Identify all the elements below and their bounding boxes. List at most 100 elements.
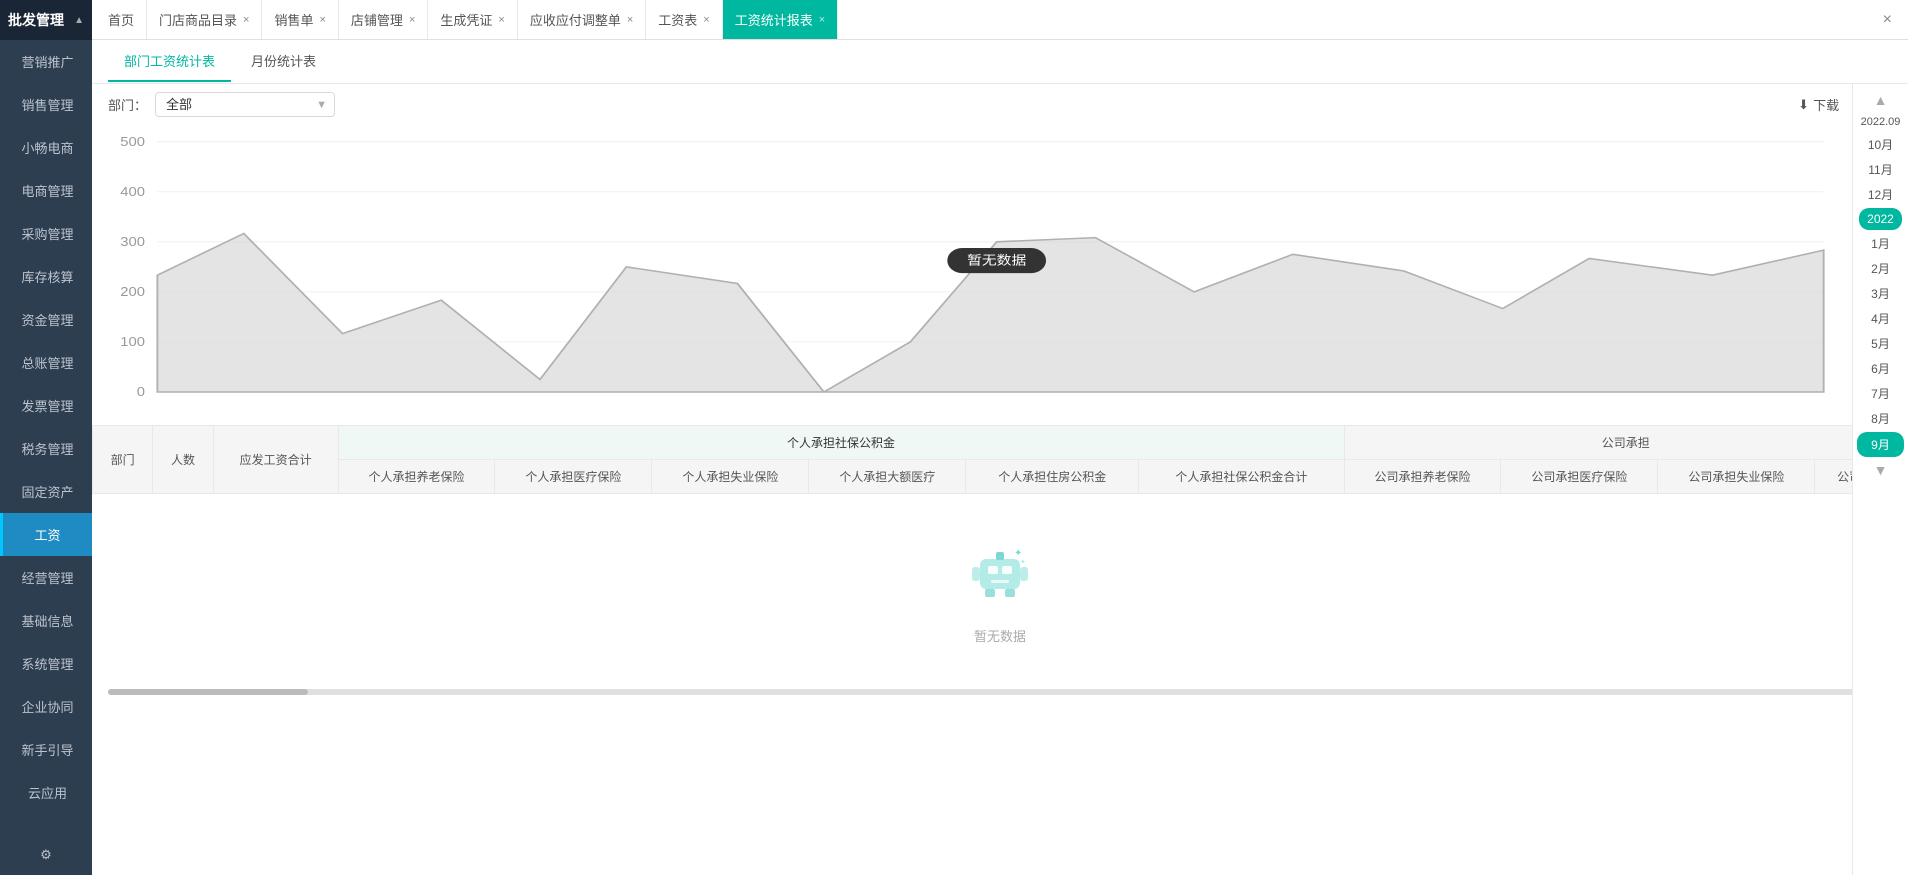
timeline-3[interactable]: 3月 [1853,281,1908,306]
tab-应收应付调整单[interactable]: 应收应付调整单 × [518,0,646,39]
timeline-9[interactable]: 9月 [1857,432,1904,457]
sidebar-title: 批发管理 [8,10,64,30]
timeline-5[interactable]: 5月 [1853,331,1908,356]
chart-container: 500 400 300 200 100 0 暂无数据 [92,125,1908,425]
tab-生成凭证[interactable]: 生成凭证 × [428,0,517,39]
svg-text:400: 400 [120,185,145,199]
tab-销售单[interactable]: 销售单 × [262,0,338,39]
timeline-11[interactable]: 11月 [1853,157,1908,182]
sidebar-item-库存核算[interactable]: 库存核算 [0,255,92,298]
download-button[interactable]: ⬇ 下载 [1798,95,1839,114]
sidebar-item-小畅电商[interactable]: 小畅电商 [0,126,92,169]
sidebar-item-工资[interactable]: 工资 [0,513,92,556]
svg-text:100: 100 [120,335,145,349]
timeline-up-arrow[interactable]: ▲ [1870,88,1892,112]
tab-工资统计报表[interactable]: 工资统计报表 × [723,0,838,39]
empty-text: 暂无数据 [974,626,1026,645]
empty-state: ✦ ✦ 暂无数据 [92,494,1908,685]
sidebar-item-云应用[interactable]: 云应用 [0,771,92,814]
svg-text:✦: ✦ [1020,558,1026,566]
sidebar-item-电商管理[interactable]: 电商管理 [0,169,92,212]
tab-close-icon[interactable]: × [703,14,709,26]
tab-label: 店铺管理 [351,10,403,29]
tab-label: 门店商品目录 [159,10,237,29]
dept-label: 部门： [108,95,147,114]
sidebar-item-基础信息[interactable]: 基础信息 [0,599,92,642]
timeline-8[interactable]: 8月 [1853,406,1908,431]
tab-end-controls: × [1879,7,1904,33]
svg-text:✦: ✦ [1014,548,1022,559]
tab-close-icon[interactable]: × [409,14,415,26]
empty-robot-icon: ✦ ✦ [960,534,1040,614]
sidebar-item-发票管理[interactable]: 发票管理 [0,384,92,427]
sidebar-item-税务管理[interactable]: 税务管理 [0,427,92,470]
tab-门店商品目录[interactable]: 门店商品目录 × [147,0,262,39]
tab-close-icon[interactable]: × [627,14,633,26]
svg-text:0: 0 [137,385,146,399]
sidebar-item-总账管理[interactable]: 总账管理 [0,341,92,384]
timeline-4[interactable]: 4月 [1853,306,1908,331]
tab-工资表[interactable]: 工资表× [646,0,722,39]
main-area: 首页门店商品目录×销售单×店铺管理×生成凭证×应收应付调整单×工资表×工资统计报… [92,0,1908,875]
timeline-2[interactable]: 2月 [1853,256,1908,281]
sidebar-item-企业协同[interactable]: 企业协同 [0,685,92,728]
sidebar-item-系统管理[interactable]: 系统管理 [0,642,92,685]
tab-bar: 首页门店商品目录×销售单×店铺管理×生成凭证×应收应付调整单×工资表×工资统计报… [92,0,1908,40]
tab-label: 生成凭证 [440,10,492,29]
timeline-date-label: 2022.09 [1853,112,1908,132]
sub-tab-bar: 部门工资统计表月份统计表 [92,40,1908,84]
col-personal-unemployment: 个人承担失业保险 [652,460,809,494]
download-label: 下载 [1813,95,1839,114]
sidebar-item-经营管理[interactable]: 经营管理 [0,556,92,599]
timeline-year-2022[interactable]: 2022 [1859,208,1902,230]
scrollbar-thumb[interactable] [108,689,308,695]
horizontal-scrollbar[interactable] [108,689,1892,695]
dept-select-wrapper: 全部 销售部 财务部 行政部 技术部 ▼ [155,92,335,117]
col-company-medical: 公司承担医疗保险 [1501,460,1658,494]
col-total-wage: 应发工资合计 [213,426,338,494]
svg-text:500: 500 [120,135,145,149]
col-group-company: 公司承担 [1344,426,1908,460]
sidebar-item-固定资产[interactable]: 固定资产 [0,470,92,513]
sidebar-item-销售管理[interactable]: 销售管理 [0,83,92,126]
svg-text:300: 300 [120,235,145,249]
sidebar-item-资金管理[interactable]: 资金管理 [0,298,92,341]
timeline-panel: ▲ 2022.09 10月 11月 12月 2022 1月 2月 3月 4月 5… [1852,84,1908,875]
sidebar-settings[interactable]: ⚙ [0,835,92,875]
tab-label: 首页 [108,10,134,29]
timeline-1[interactable]: 1月 [1853,231,1908,256]
tab-首页[interactable]: 首页 [96,0,147,39]
col-personal-bigmedical: 个人承担大额医疗 [809,460,966,494]
sidebar-collapse-icon[interactable]: ▲ [74,15,84,26]
sidebar-header[interactable]: 批发管理 ▲ [0,0,92,40]
timeline-10[interactable]: 10月 [1853,132,1908,157]
tab-label: 应收应付调整单 [530,10,621,29]
sub-tab-部门工资统计表[interactable]: 部门工资统计表 [108,41,231,82]
tab-close-icon[interactable]: × [498,14,504,26]
col-count: 人数 [153,426,213,494]
timeline-12[interactable]: 12月 [1853,182,1908,207]
toolbar: 部门： 全部 销售部 财务部 行政部 技术部 ▼ ⬇ 下载 [92,84,1908,125]
tab-close-icon[interactable]: × [243,14,249,26]
tab-label: 销售单 [274,10,313,29]
tab-close-icon[interactable]: × [319,14,325,26]
sidebar-item-采购管理[interactable]: 采购管理 [0,212,92,255]
sidebar-item-新手引导[interactable]: 新手引导 [0,728,92,771]
close-all-tabs-button[interactable]: × [1879,7,1896,33]
col-personal-housing: 个人承担住房公积金 [966,460,1139,494]
col-personal-pension: 个人承担养老保险 [338,460,495,494]
table-wrapper[interactable]: 部门 人数 应发工资合计 个人承担社保公积金 公司承担 个人承担养老保险 个人承… [92,425,1908,875]
col-company-unemployment: 公司承担失业保险 [1658,460,1815,494]
wage-table: 部门 人数 应发工资合计 个人承担社保公积金 公司承担 个人承担养老保险 个人承… [92,425,1908,494]
sub-tab-月份统计表[interactable]: 月份统计表 [235,41,332,82]
tab-close-icon[interactable]: × [819,14,825,26]
col-group-personal: 个人承担社保公积金 [338,426,1344,460]
sidebar: 批发管理 ▲ 营销推广销售管理小畅电商电商管理采购管理库存核算资金管理总账管理发… [0,0,92,875]
timeline-down-arrow[interactable]: ▼ [1870,458,1892,482]
sidebar-item-营销推广[interactable]: 营销推广 [0,40,92,83]
timeline-7[interactable]: 7月 [1853,381,1908,406]
tab-label: 工资统计报表 [735,10,813,29]
tab-店铺管理[interactable]: 店铺管理 × [339,0,428,39]
dept-select[interactable]: 全部 销售部 财务部 行政部 技术部 [155,92,335,117]
timeline-6[interactable]: 6月 [1853,356,1908,381]
